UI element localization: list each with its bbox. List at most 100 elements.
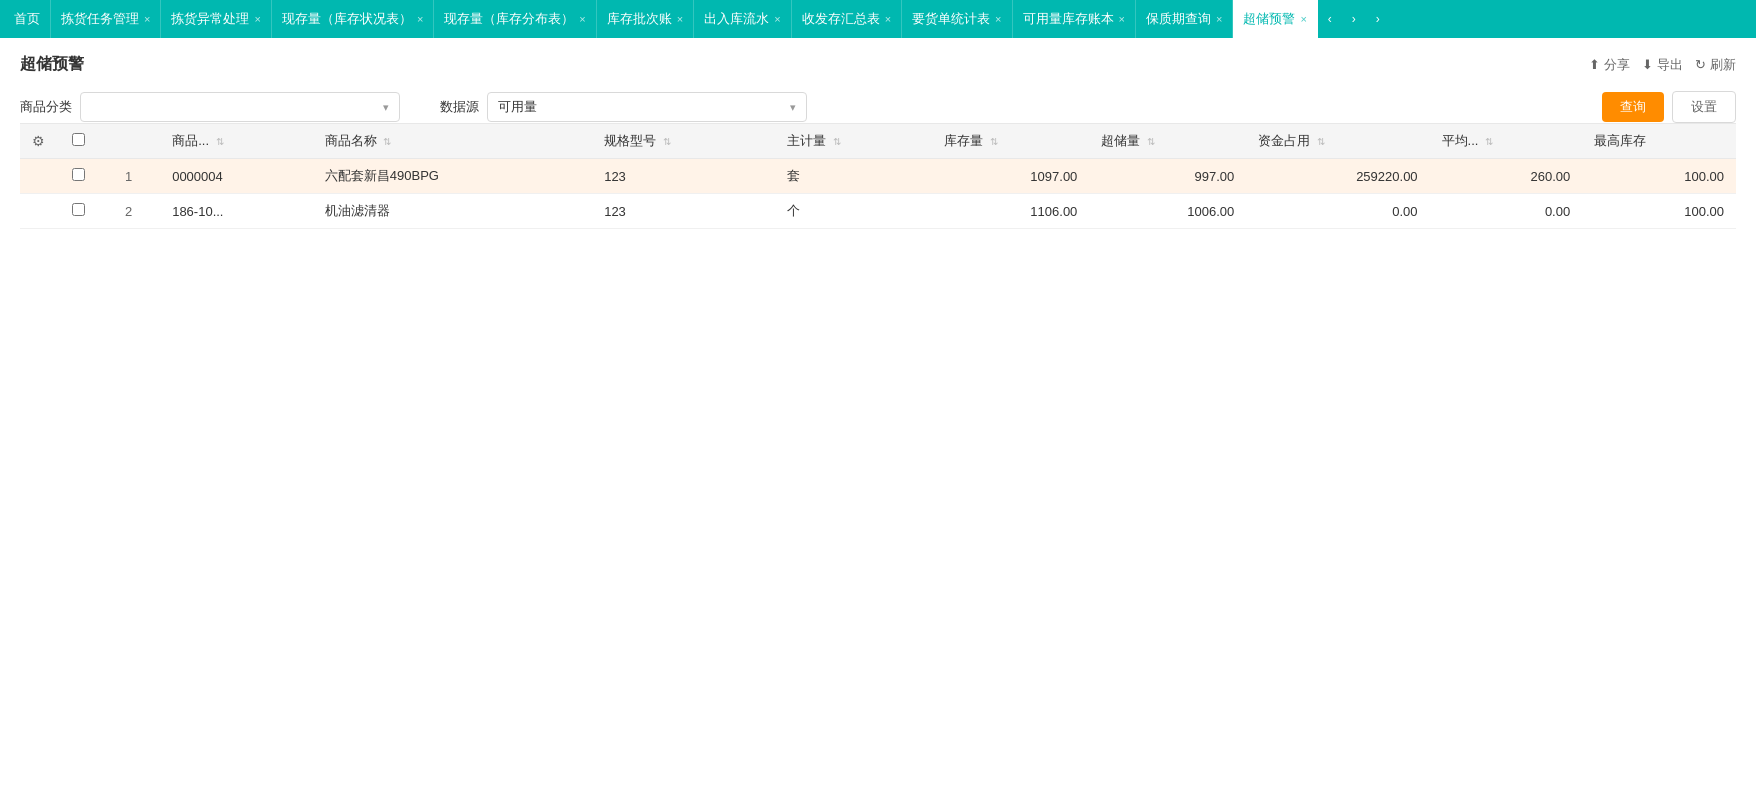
td-product-name: 机油滤清器 — [313, 194, 592, 229]
select-all-checkbox[interactable] — [72, 133, 85, 146]
td-row-num: 2 — [97, 194, 160, 229]
close-icon[interactable]: × — [579, 13, 585, 25]
nav-item-quality-check[interactable]: 保质期查询 × — [1136, 0, 1233, 38]
close-icon[interactable]: × — [1300, 13, 1306, 25]
nav-item-stock-dist[interactable]: 现存量（库存分布表） × — [434, 0, 596, 38]
close-icon[interactable]: × — [1119, 13, 1125, 25]
th-max-stock[interactable]: 最高库存 — [1582, 124, 1736, 159]
th-checkbox[interactable] — [60, 124, 97, 159]
settings-button[interactable]: 设置 — [1672, 91, 1736, 123]
close-icon[interactable]: × — [144, 13, 150, 25]
td-avg: 260.00 — [1430, 159, 1583, 194]
datasource-filter: 数据源 可用量 ▾ — [440, 92, 807, 122]
category-label: 商品分类 — [20, 98, 72, 116]
top-nav: 首页 拣货任务管理 × 拣货异常处理 × 现存量（库存状况表） × 现存量（库存… — [0, 0, 1756, 38]
data-table: ⚙ 商品... ⇅ 商品名称 ⇅ 规格型号 ⇅ — [20, 123, 1736, 229]
th-spec[interactable]: 规格型号 ⇅ — [592, 124, 775, 159]
td-spec: 123 — [592, 159, 775, 194]
datasource-value: 可用量 — [498, 98, 537, 116]
nav-more-arrow[interactable]: › — [1366, 0, 1390, 38]
td-overstock-qty: 997.00 — [1089, 159, 1246, 194]
share-icon: ⬆ — [1589, 57, 1600, 72]
query-button[interactable]: 查询 — [1602, 92, 1664, 122]
td-gear — [20, 194, 60, 229]
sort-icon: ⇅ — [383, 136, 391, 147]
td-unit: 套 — [775, 159, 932, 194]
nav-item-inout-flow[interactable]: 出入库流水 × — [694, 0, 791, 38]
close-icon[interactable]: × — [677, 13, 683, 25]
sort-icon: ⇅ — [1317, 136, 1325, 147]
sort-icon: ⇅ — [1485, 136, 1493, 147]
td-gear — [20, 159, 60, 194]
close-icon[interactable]: × — [885, 13, 891, 25]
td-max-stock: 100.00 — [1582, 194, 1736, 229]
refresh-icon: ↻ — [1695, 57, 1706, 72]
share-button[interactable]: ⬆ 分享 — [1589, 56, 1630, 74]
nav-item-overstock-warn[interactable]: 超储预警 × — [1233, 0, 1317, 38]
close-icon[interactable]: × — [1216, 13, 1222, 25]
th-avg[interactable]: 平均... ⇅ — [1430, 124, 1583, 159]
td-unit: 个 — [775, 194, 932, 229]
sort-icon: ⇅ — [990, 136, 998, 147]
th-gear[interactable]: ⚙ — [20, 124, 60, 159]
td-checkbox[interactable] — [60, 159, 97, 194]
td-avg: 0.00 — [1430, 194, 1583, 229]
table-row: 1 0000004 六配套新昌490BPG 123 套 1097.00 997.… — [20, 159, 1736, 194]
export-button[interactable]: ⬇ 导出 — [1642, 56, 1683, 74]
action-buttons: 查询 设置 — [1602, 91, 1736, 123]
td-capital-occ: 0.00 — [1246, 194, 1429, 229]
row-checkbox[interactable] — [72, 203, 85, 216]
td-capital-occ: 259220.00 — [1246, 159, 1429, 194]
close-icon[interactable]: × — [995, 13, 1001, 25]
category-filter: 商品分类 ▾ — [20, 92, 400, 122]
nav-item-abnormal[interactable]: 拣货异常处理 × — [161, 0, 271, 38]
td-checkbox[interactable] — [60, 194, 97, 229]
sort-icon: ⇅ — [1147, 136, 1155, 147]
nav-item-usable-stock[interactable]: 可用量库存账本 × — [1013, 0, 1136, 38]
refresh-button[interactable]: ↻ 刷新 — [1695, 56, 1736, 74]
nav-item-recv-send[interactable]: 收发存汇总表 × — [792, 0, 902, 38]
td-product-code: 186-10... — [160, 194, 313, 229]
th-stock-qty[interactable]: 库存量 ⇅ — [932, 124, 1089, 159]
chevron-down-icon: ▾ — [383, 101, 389, 114]
filter-row: 商品分类 ▾ 数据源 可用量 ▾ 查询 设置 — [20, 91, 1736, 123]
close-icon[interactable]: × — [254, 13, 260, 25]
datasource-select[interactable]: 可用量 ▾ — [487, 92, 807, 122]
sort-icon: ⇅ — [663, 136, 671, 147]
nav-item-home[interactable]: 首页 — [4, 0, 51, 38]
nav-item-task-mgmt[interactable]: 拣货任务管理 × — [51, 0, 161, 38]
td-product-name: 六配套新昌490BPG — [313, 159, 592, 194]
nav-prev-arrow[interactable]: ‹ — [1318, 0, 1342, 38]
th-unit[interactable]: 主计量 ⇅ — [775, 124, 932, 159]
nav-item-batch-account[interactable]: 库存批次账 × — [597, 0, 694, 38]
th-product-name[interactable]: 商品名称 ⇅ — [313, 124, 592, 159]
row-checkbox[interactable] — [72, 168, 85, 181]
sort-icon: ⇅ — [833, 136, 841, 147]
page-content: 超储预警 ⬆ 分享 ⬇ 导出 ↻ 刷新 商品分类 ▾ 数据源 — [0, 38, 1756, 800]
td-row-num: 1 — [97, 159, 160, 194]
header-actions: ⬆ 分享 ⬇ 导出 ↻ 刷新 — [1589, 56, 1736, 74]
nav-next-arrow[interactable]: › — [1342, 0, 1366, 38]
table-row: 2 186-10... 机油滤清器 123 个 1106.00 1006.00 … — [20, 194, 1736, 229]
sort-icon: ⇅ — [216, 136, 224, 147]
table-header-row: ⚙ 商品... ⇅ 商品名称 ⇅ 规格型号 ⇅ — [20, 124, 1736, 159]
td-max-stock: 100.00 — [1582, 159, 1736, 194]
th-capital-occ[interactable]: 资金占用 ⇅ — [1246, 124, 1429, 159]
gear-icon[interactable]: ⚙ — [32, 133, 45, 149]
td-stock-qty: 1106.00 — [932, 194, 1089, 229]
th-overstock-qty[interactable]: 超储量 ⇅ — [1089, 124, 1246, 159]
close-icon[interactable]: × — [774, 13, 780, 25]
datasource-label: 数据源 — [440, 98, 479, 116]
chevron-down-icon: ▾ — [790, 101, 796, 114]
page-header: 超储预警 ⬆ 分享 ⬇ 导出 ↻ 刷新 — [20, 54, 1736, 75]
nav-item-stock-status[interactable]: 现存量（库存状况表） × — [272, 0, 434, 38]
th-product-code[interactable]: 商品... ⇅ — [160, 124, 313, 159]
td-overstock-qty: 1006.00 — [1089, 194, 1246, 229]
category-select[interactable]: ▾ — [80, 92, 400, 122]
page-title: 超储预警 — [20, 54, 84, 75]
close-icon[interactable]: × — [417, 13, 423, 25]
td-product-code: 0000004 — [160, 159, 313, 194]
td-spec: 123 — [592, 194, 775, 229]
nav-item-order-stats[interactable]: 要货单统计表 × — [902, 0, 1012, 38]
export-icon: ⬇ — [1642, 57, 1653, 72]
